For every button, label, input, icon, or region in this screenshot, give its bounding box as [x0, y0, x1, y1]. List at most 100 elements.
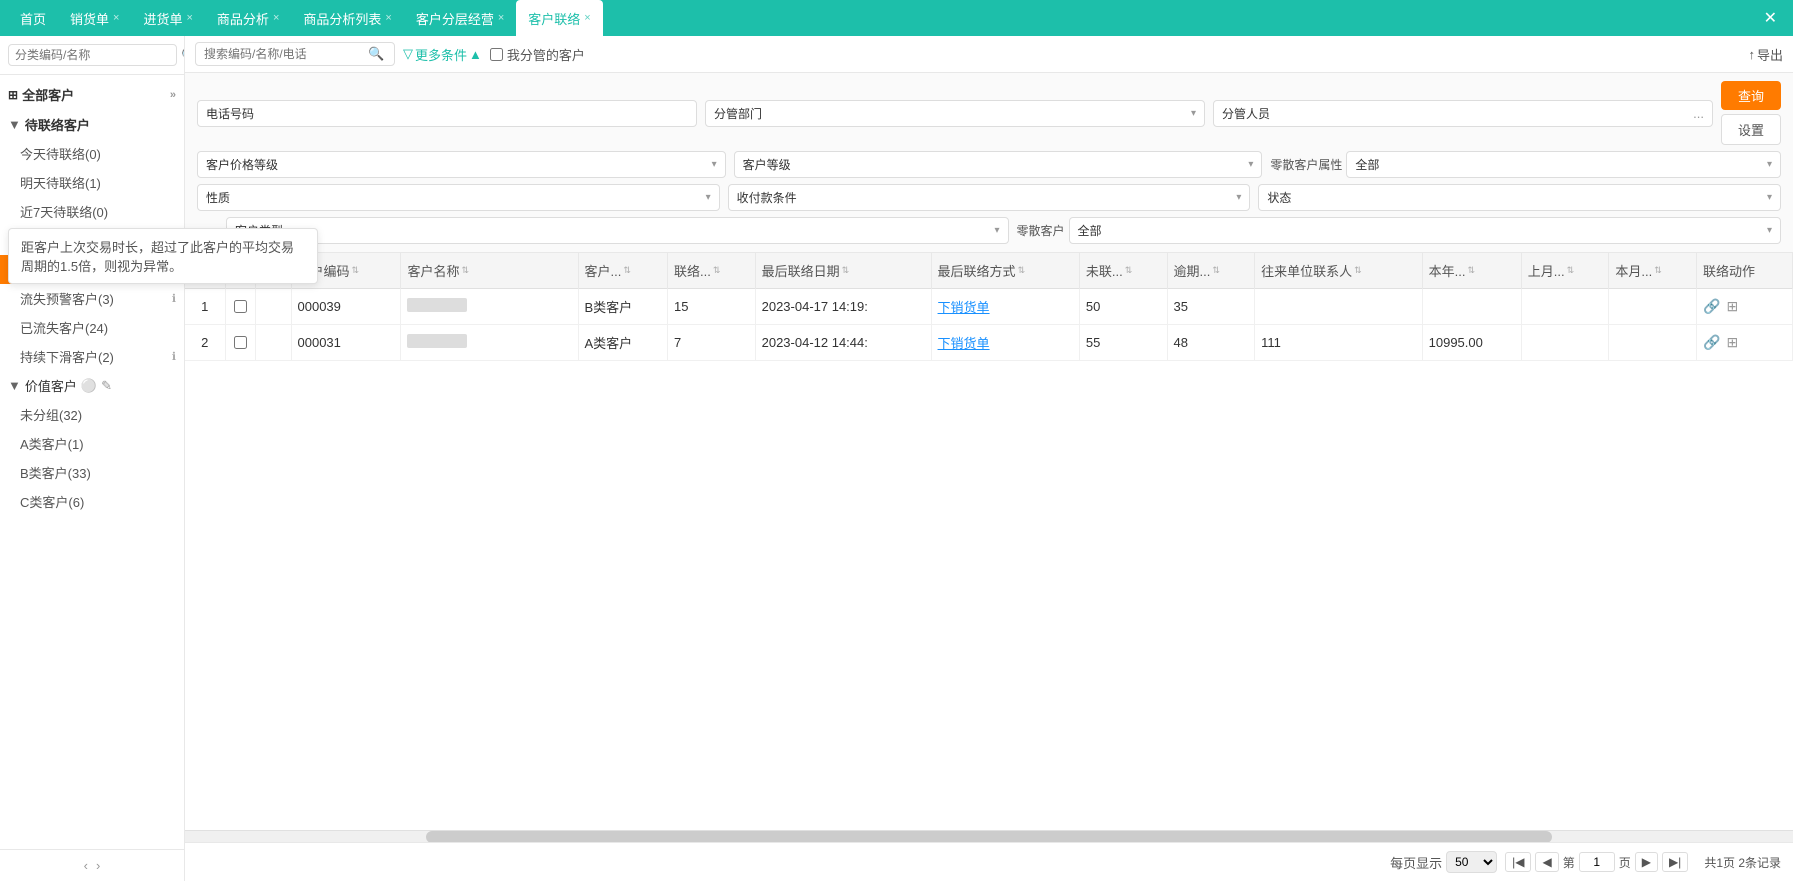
col-overdue: 逾期... ⇅ — [1167, 253, 1255, 289]
nav-purchase-order-close[interactable]: × — [186, 12, 192, 24]
table-row: 2 000031 A类客户 7 2023-04-1 — [185, 325, 1793, 361]
sort-uncontacted-icon[interactable]: ⇅ — [1125, 265, 1133, 276]
row-2-settings — [255, 325, 291, 361]
first-page-btn[interactable]: |◀ — [1505, 852, 1531, 872]
next-page-btn[interactable]: ▶ — [1635, 852, 1658, 872]
row-2-last-method[interactable]: 下销货单 — [931, 325, 1079, 361]
search-icon[interactable]: 🔍 — [368, 46, 384, 62]
collapse-icon[interactable]: » — [170, 89, 176, 101]
filter-status[interactable]: 状态 ▾ — [1258, 184, 1781, 211]
filter-scattered-customer: 零散客户 全部 ▾ — [1017, 217, 1782, 244]
manager-more-btn[interactable]: ... — [1693, 106, 1704, 121]
sort-overdue-icon[interactable]: ⇅ — [1212, 265, 1220, 276]
sidebar-item-class-c[interactable]: C类客户(6) — [0, 487, 184, 516]
sidebar: 🔍 ⊞ 全部客户 » ▼ 待联络客户 今天待联络(0) 明天待联络(1) 近7天… — [0, 36, 185, 881]
search-input-wrap[interactable]: 🔍 — [195, 42, 395, 66]
sort-this-month-icon[interactable]: ⇅ — [1654, 265, 1662, 276]
filter-price-level[interactable]: 客户价格等级 ▾ — [197, 151, 726, 178]
sidebar-item-ungrouped[interactable]: 未分组(32) — [0, 400, 184, 429]
sidebar-item-declining[interactable]: 持续下滑客户(2) ℹ — [0, 342, 184, 371]
row-1-last-method[interactable]: 下销货单 — [931, 289, 1079, 325]
row-1-grid-icon[interactable]: ⊞ — [1726, 298, 1738, 315]
edit-pencil-icon[interactable]: ✎ — [101, 378, 112, 394]
sidebar-bottom: ‹ › — [0, 849, 184, 881]
nav-product-analysis-list-close[interactable]: × — [385, 12, 391, 24]
filter-nature[interactable]: 性质 ▾ — [197, 184, 720, 211]
row-1-name-blurred — [407, 298, 467, 312]
sidebar-item-tomorrow[interactable]: 明天待联络(1) — [0, 168, 184, 197]
nav-customer-contact[interactable]: 客户联络 × — [516, 0, 602, 36]
filter-customer-level[interactable]: 客户等级 ▾ — [734, 151, 1263, 178]
sort-date-icon[interactable]: ⇅ — [842, 265, 850, 276]
filter-scattered-attr-select[interactable]: 全部 ▾ — [1346, 151, 1781, 178]
sort-contact-icon[interactable]: ⇅ — [713, 265, 721, 276]
nav-purchase-order[interactable]: 进货单 × — [131, 0, 204, 36]
nav-customer-segment-close[interactable]: × — [498, 12, 504, 24]
sidebar-item-churn-warning[interactable]: 流失预警客户(3) ℹ — [0, 284, 184, 313]
row-2-checkbox[interactable] — [234, 336, 247, 349]
more-conditions-btn[interactable]: ▽ 更多条件 ▲ — [403, 45, 482, 64]
sort-name-icon[interactable]: ⇅ — [462, 265, 470, 276]
settings-button[interactable]: 设置 — [1721, 114, 1781, 145]
search-input[interactable] — [204, 47, 364, 61]
sidebar-item-class-b[interactable]: B类客户(33) — [0, 458, 184, 487]
nav-sales-order[interactable]: 销货单 × — [58, 0, 131, 36]
sort-last-month-icon[interactable]: ⇅ — [1567, 265, 1575, 276]
status-dropdown-icon: ▾ — [1767, 192, 1772, 203]
filter-row-2: 客户价格等级 ▾ 客户等级 ▾ 零散客户属性 全部 ▾ — [197, 151, 1781, 178]
sort-type-icon[interactable]: ⇅ — [623, 265, 631, 276]
my-customers-label[interactable]: 我分管的客户 — [490, 45, 585, 64]
sort-historical-icon[interactable]: ⇅ — [1354, 265, 1362, 276]
row-1-contact: 15 — [668, 289, 756, 325]
nav-customer-segment[interactable]: 客户分层经营 × — [404, 0, 516, 36]
nav-product-analysis-list[interactable]: 商品分析列表 × — [291, 0, 403, 36]
nav-product-analysis[interactable]: 商品分析 × — [205, 0, 291, 36]
filter-dept[interactable]: 分管部门 ▾ — [705, 100, 1205, 127]
sidebar-scroll-left[interactable]: ‹ — [84, 858, 88, 873]
col-last-contact-method: 最后联络方式 ⇅ — [931, 253, 1079, 289]
export-button[interactable]: ↑ 导出 — [1748, 45, 1783, 64]
last-page-btn[interactable]: ▶| — [1662, 852, 1688, 872]
sidebar-item-today[interactable]: 今天待联络(0) — [0, 139, 184, 168]
query-button[interactable]: 查询 — [1721, 81, 1781, 110]
window-close-button[interactable]: ✕ — [1756, 8, 1785, 28]
row-1-checkbox-cell — [225, 289, 255, 325]
sidebar-search-input[interactable] — [8, 44, 177, 66]
sort-code-icon[interactable]: ⇅ — [352, 265, 360, 276]
dept-dropdown-icon: ▾ — [1191, 108, 1196, 119]
expand-icon: ▼ — [8, 117, 21, 132]
chevron-up-icon: ▲ — [469, 47, 482, 62]
current-page-input[interactable] — [1579, 852, 1615, 872]
nature-dropdown-icon: ▾ — [706, 192, 711, 203]
nav-customer-contact-close[interactable]: × — [584, 12, 590, 24]
filter-manager[interactable]: 分管人员 ... — [1213, 100, 1713, 127]
page-size-dropdown[interactable]: 50 100 200 — [1446, 851, 1497, 873]
sidebar-item-7days[interactable]: 近7天待联络(0) — [0, 197, 184, 226]
row-1-checkbox[interactable] — [234, 300, 247, 313]
row-2-link-icon[interactable]: 🔗 — [1703, 334, 1720, 351]
filter-customer-type[interactable]: 客户类型 ▾ — [226, 217, 1009, 244]
edit-icon[interactable]: ⚪ — [81, 378, 97, 394]
row-2-contact: 7 — [668, 325, 756, 361]
row-1-link-icon[interactable]: 🔗 — [1703, 298, 1720, 315]
sidebar-item-churned[interactable]: 已流失客户(24) — [0, 313, 184, 342]
my-customers-checkbox[interactable] — [490, 48, 503, 61]
horizontal-scrollbar[interactable] — [185, 830, 1793, 842]
sidebar-item-class-a[interactable]: A类客户(1) — [0, 429, 184, 458]
all-customers-header[interactable]: ⊞ 全部客户 » — [0, 79, 184, 110]
nav-sales-order-close[interactable]: × — [113, 12, 119, 24]
sort-method-icon[interactable]: ⇅ — [1018, 265, 1026, 276]
filter-phone[interactable]: 电话号码 — [197, 100, 697, 127]
filter-scattered-customer-select[interactable]: 全部 ▾ — [1069, 217, 1781, 244]
nav-product-analysis-close[interactable]: × — [273, 12, 279, 24]
pending-contact-section[interactable]: ▼ 待联络客户 — [0, 110, 184, 139]
prev-page-btn[interactable]: ◀ — [1535, 852, 1558, 872]
advanced-filter-area: 电话号码 分管部门 ▾ 分管人员 ... 查询 设置 客户价格等级 — [185, 73, 1793, 253]
filter-payment[interactable]: 收付款条件 ▾ — [728, 184, 1251, 211]
sort-this-year-icon[interactable]: ⇅ — [1467, 265, 1475, 276]
grid-icon: ⊞ — [8, 88, 18, 102]
sidebar-scroll-right[interactable]: › — [96, 858, 100, 873]
row-2-grid-icon[interactable]: ⊞ — [1726, 334, 1738, 351]
nav-home[interactable]: 首页 — [8, 0, 58, 36]
info-icon-2: ℹ — [172, 292, 176, 305]
